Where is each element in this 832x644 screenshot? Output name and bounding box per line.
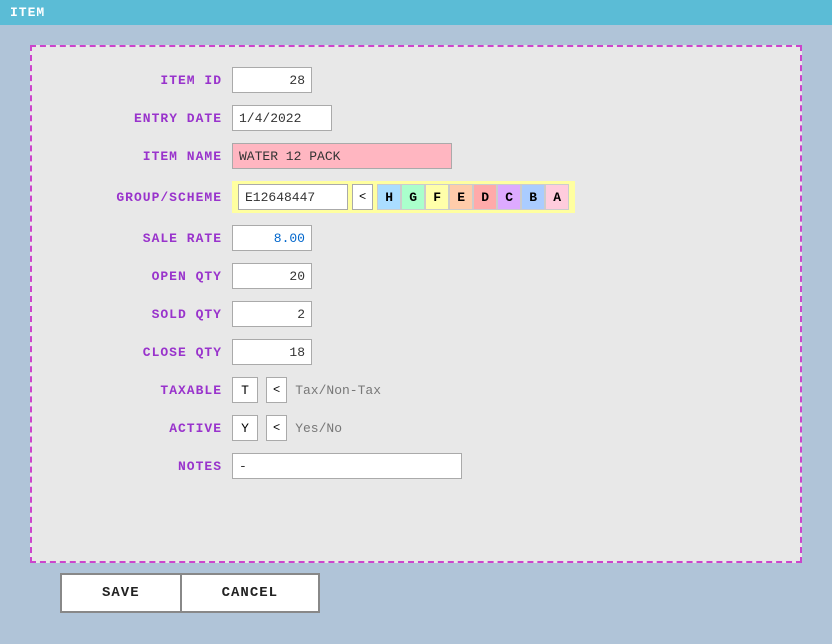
active-row: ACTIVE Y < Yes/No (62, 415, 770, 441)
item-id-input[interactable] (232, 67, 312, 93)
taxable-controls: T < Tax/Non-Tax (232, 377, 381, 403)
group-scheme-label: GROUP/SCHEME (62, 190, 222, 205)
taxable-row: TAXABLE T < Tax/Non-Tax (62, 377, 770, 403)
open-qty-input[interactable] (232, 263, 312, 289)
cancel-button[interactable]: CANCEL (182, 573, 320, 613)
entry-date-input[interactable] (232, 105, 332, 131)
entry-date-label: ENTRY DATE (62, 111, 222, 126)
active-controls: Y < Yes/No (232, 415, 342, 441)
active-description: Yes/No (295, 421, 342, 436)
form-container: ITEM ID ENTRY DATE ITEM NAME GROUP/SCHEM… (30, 45, 802, 563)
scheme-letter-C[interactable]: C (497, 184, 521, 210)
group-scheme-input[interactable] (238, 184, 348, 210)
taxable-arrow-btn[interactable]: < (266, 377, 287, 403)
item-name-label: ITEM NAME (62, 149, 222, 164)
scheme-letter-B[interactable]: B (521, 184, 545, 210)
main-content: ITEM ID ENTRY DATE ITEM NAME GROUP/SCHEM… (0, 25, 832, 633)
sold-qty-input[interactable] (232, 301, 312, 327)
taxable-label: TAXABLE (62, 383, 222, 398)
taxable-value: T (241, 383, 249, 398)
button-row: SAVE CANCEL (30, 573, 802, 613)
taxable-description: Tax/Non-Tax (295, 383, 381, 398)
scheme-letters: H G F E D C B A (377, 184, 569, 210)
sale-rate-row: SALE RATE (62, 225, 770, 251)
open-qty-label: OPEN QTY (62, 269, 222, 284)
group-scheme-wrapper: < H G F E D C B A (232, 181, 575, 213)
close-qty-input[interactable] (232, 339, 312, 365)
group-scheme-arrow-btn[interactable]: < (352, 184, 373, 210)
active-value: Y (241, 421, 249, 436)
scheme-letter-F[interactable]: F (425, 184, 449, 210)
title-bar: ITEM (0, 0, 832, 25)
notes-row: NOTES (62, 453, 770, 479)
item-name-input[interactable] (232, 143, 452, 169)
active-value-box: Y (232, 415, 258, 441)
sale-rate-input[interactable] (232, 225, 312, 251)
sold-qty-row: SOLD QTY (62, 301, 770, 327)
scheme-letter-D[interactable]: D (473, 184, 497, 210)
taxable-value-box: T (232, 377, 258, 403)
active-arrow-btn[interactable]: < (266, 415, 287, 441)
notes-label: NOTES (62, 459, 222, 474)
item-name-row: ITEM NAME (62, 143, 770, 169)
close-qty-label: CLOSE QTY (62, 345, 222, 360)
title-bar-label: ITEM (10, 5, 45, 20)
scheme-letter-G[interactable]: G (401, 184, 425, 210)
sale-rate-label: SALE RATE (62, 231, 222, 246)
scheme-letter-E[interactable]: E (449, 184, 473, 210)
entry-date-row: ENTRY DATE (62, 105, 770, 131)
save-button[interactable]: SAVE (60, 573, 182, 613)
sold-qty-label: SOLD QTY (62, 307, 222, 322)
notes-input[interactable] (232, 453, 462, 479)
scheme-letter-H[interactable]: H (377, 184, 401, 210)
scheme-letter-A[interactable]: A (545, 184, 569, 210)
active-label: ACTIVE (62, 421, 222, 436)
item-id-row: ITEM ID (62, 67, 770, 93)
close-qty-row: CLOSE QTY (62, 339, 770, 365)
item-id-label: ITEM ID (62, 73, 222, 88)
group-scheme-row: GROUP/SCHEME < H G F E D C B A (62, 181, 770, 213)
open-qty-row: OPEN QTY (62, 263, 770, 289)
